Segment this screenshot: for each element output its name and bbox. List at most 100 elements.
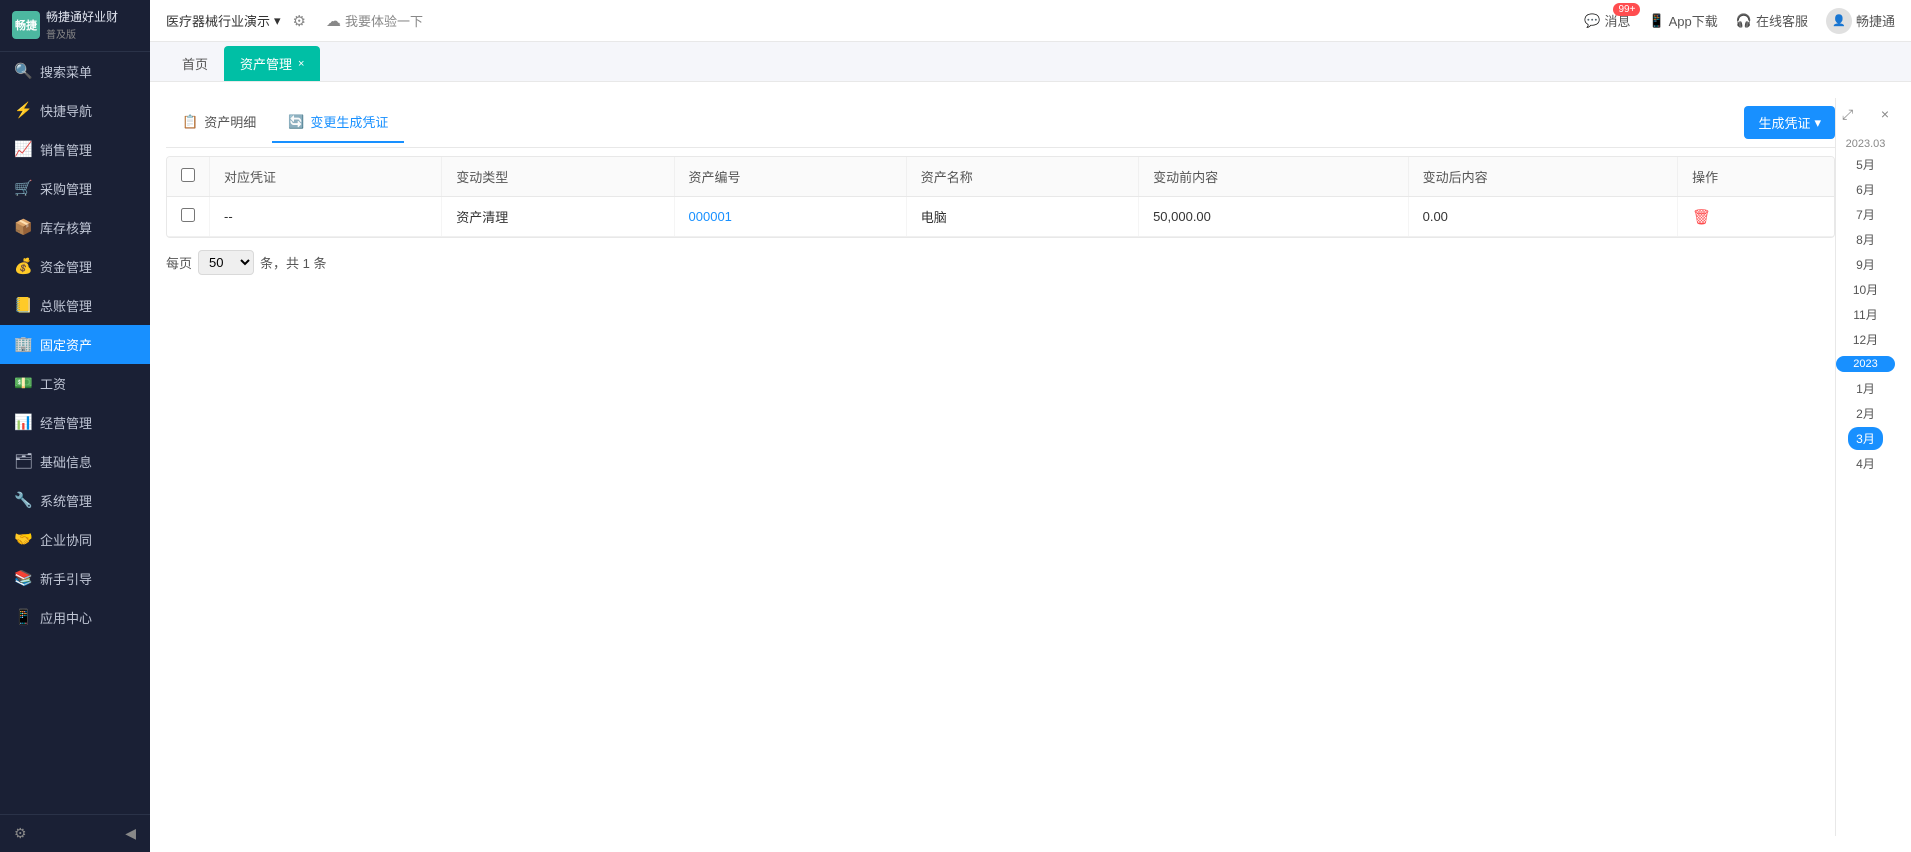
sidebar-item-collab[interactable]: 🤝企业协同 xyxy=(0,520,150,559)
sidebar-item-operations[interactable]: 📊经营管理 xyxy=(0,403,150,442)
timeline-year-badge: 2023 xyxy=(1836,356,1895,372)
company-selector[interactable]: 医疗器械行业演示 ▾ xyxy=(166,11,281,30)
row-checkbox-0[interactable] xyxy=(181,208,195,222)
sidebar-icon-fixed-assets: 🏢 xyxy=(14,335,32,353)
experience-text: 我要体验一下 xyxy=(345,11,423,30)
mobile-icon: 📱 xyxy=(1648,13,1664,29)
headset-icon: 🎧 xyxy=(1736,13,1752,29)
timeline-month[interactable]: 9月 xyxy=(1836,252,1895,277)
sidebar-item-quick-nav[interactable]: ⚡快捷导航 xyxy=(0,91,150,130)
company-name: 医疗器械行业演示 xyxy=(166,11,270,30)
service-label: 在线客服 xyxy=(1756,11,1808,30)
sidebar: 畅捷 畅捷通好业财 普及版 🔍 搜索菜单 ⚡快捷导航📈销售管理🛒采购管理📦库存核算💰… xyxy=(0,0,150,852)
change-icon: 🔄 xyxy=(288,114,304,130)
sidebar-item-base-info[interactable]: 🗂基础信息 xyxy=(0,442,150,481)
sidebar-label-purchase: 采购管理 xyxy=(40,179,92,198)
sidebar-item-sales[interactable]: 📈销售管理 xyxy=(0,130,150,169)
timeline-month[interactable]: 6月 xyxy=(1836,177,1895,202)
collapse-icon[interactable]: ◀ xyxy=(125,825,136,842)
tab-home-label: 首页 xyxy=(182,57,208,72)
sidebar-label-system: 系统管理 xyxy=(40,491,92,510)
sidebar-icon-operations: 📊 xyxy=(14,413,32,431)
sub-tabs: 📋 资产明细 🔄 变更生成凭证 xyxy=(166,102,404,143)
total-count: 条，共 1 条 xyxy=(260,253,326,272)
timeline-scroll: 2023.035月6月7月8月9月10月11月12月 2023 1月2月3月4月 xyxy=(1836,106,1895,828)
table-row: -- 资产清理 000001 电脑 50,000.00 0.00 🗑 xyxy=(167,197,1834,237)
logo-text: 畅捷通好业财 普及版 xyxy=(46,10,118,41)
app-label: App下载 xyxy=(1669,11,1718,30)
header-right: 💬 消息 99+ 📱 App下载 🎧 在线客服 👤 畅捷通 xyxy=(1584,8,1895,34)
sub-tab-asset-detail[interactable]: 📋 资产明细 xyxy=(166,102,272,143)
sidebar-label-inventory: 库存核算 xyxy=(40,218,92,237)
sub-tab-change-voucher[interactable]: 🔄 变更生成凭证 xyxy=(272,102,404,143)
sidebar-label-collab: 企业协同 xyxy=(40,530,92,549)
sidebar-label-sales: 销售管理 xyxy=(40,140,92,159)
generate-voucher-button[interactable]: 生成凭证 ▾ xyxy=(1744,106,1835,139)
sidebar-item-ledger[interactable]: 📒总账管理 xyxy=(0,286,150,325)
experience-btn[interactable]: ☁ 我要体验一下 xyxy=(326,11,423,30)
close-icon[interactable]: × xyxy=(1881,106,1889,122)
tab-asset-management[interactable]: 资产管理 × xyxy=(224,46,320,81)
content-inner: 📋 资产明细 🔄 变更生成凭证 生成凭证 ▾ xyxy=(166,98,1835,836)
timeline-month[interactable]: 12月 xyxy=(1836,327,1895,352)
timeline-month[interactable]: 5月 xyxy=(1836,152,1895,177)
sidebar-item-search[interactable]: 🔍 搜索菜单 xyxy=(0,52,150,91)
th-checkbox xyxy=(167,157,210,197)
settings-icon[interactable]: ⚙ xyxy=(14,825,27,842)
row-asset-code: 000001 xyxy=(674,197,906,237)
th-asset-code: 资产编号 xyxy=(674,157,906,197)
settings-gear-icon[interactable]: ⚙ xyxy=(293,12,306,30)
sidebar-item-guide[interactable]: 📚新手引导 xyxy=(0,559,150,598)
timeline-month[interactable]: 8月 xyxy=(1836,227,1895,252)
dropdown-icon: ▾ xyxy=(1814,115,1821,131)
sidebar-label-search: 搜索菜单 xyxy=(40,62,92,81)
select-all-checkbox[interactable] xyxy=(181,168,195,182)
sidebar-item-payroll[interactable]: 💵工资 xyxy=(0,364,150,403)
generate-voucher-label: 生成凭证 xyxy=(1758,113,1810,132)
sidebar-item-fixed-assets[interactable]: 🏢固定资产 xyxy=(0,325,150,364)
asset-table: 对应凭证 变动类型 资产编号 资产名称 变动前内容 变动后内容 操作 -- 资产… xyxy=(167,157,1834,237)
service-btn[interactable]: 🎧 在线客服 xyxy=(1736,11,1808,30)
row-after-change: 0.00 xyxy=(1408,197,1678,237)
content-area: 📋 资产明细 🔄 变更生成凭证 生成凭证 ▾ xyxy=(150,82,1911,852)
sidebar-label-payroll: 工资 xyxy=(40,374,66,393)
tab-close-icon[interactable]: × xyxy=(298,58,304,70)
user-btn[interactable]: 👤 畅捷通 xyxy=(1826,8,1895,34)
timeline-month[interactable]: 11月 xyxy=(1836,302,1895,327)
timeline-month[interactable]: 2月 xyxy=(1836,401,1895,426)
timeline-month[interactable]: 4月 xyxy=(1836,451,1895,476)
sidebar-label-app-center: 应用中心 xyxy=(40,608,92,627)
sidebar-logo: 畅捷 畅捷通好业财 普及版 xyxy=(0,0,150,52)
timeline-month[interactable]: 10月 xyxy=(1836,277,1895,302)
sidebar-label-quick-nav: 快捷导航 xyxy=(40,101,92,120)
sidebar-label-guide: 新手引导 xyxy=(40,569,92,588)
per-page-label: 每页 xyxy=(166,253,192,272)
sidebar-item-inventory[interactable]: 📦库存核算 xyxy=(0,208,150,247)
sidebar-item-app-center[interactable]: 📱应用中心 xyxy=(0,598,150,637)
row-voucher: -- xyxy=(210,197,442,237)
data-table: 对应凭证 变动类型 资产编号 资产名称 变动前内容 变动后内容 操作 -- 资产… xyxy=(166,156,1835,238)
timeline-month[interactable]: 3月 xyxy=(1848,427,1883,450)
timeline-month[interactable]: 1月 xyxy=(1836,376,1895,401)
expand-icon[interactable]: ⤢ xyxy=(1842,106,1853,123)
top-header: 医疗器械行业演示 ▾ ⚙ ☁ 我要体验一下 💬 消息 99+ 📱 App下载 🎧… xyxy=(150,0,1911,42)
message-btn[interactable]: 💬 消息 99+ xyxy=(1584,11,1630,30)
sidebar-icon-search: 🔍 xyxy=(14,62,32,80)
sidebar-icon-ledger: 📒 xyxy=(14,296,32,314)
sidebar-item-system[interactable]: 🔧系统管理 xyxy=(0,481,150,520)
main-area: 医疗器械行业演示 ▾ ⚙ ☁ 我要体验一下 💬 消息 99+ 📱 App下载 🎧… xyxy=(150,0,1911,852)
sidebar-item-purchase[interactable]: 🛒采购管理 xyxy=(0,169,150,208)
user-label: 畅捷通 xyxy=(1856,11,1895,30)
timeline-month[interactable]: 7月 xyxy=(1836,202,1895,227)
tab-home[interactable]: 首页 xyxy=(166,46,224,81)
message-badge: 99+ xyxy=(1613,3,1640,16)
th-before-change: 变动前内容 xyxy=(1139,157,1409,197)
app-download-btn[interactable]: 📱 App下载 xyxy=(1648,11,1717,30)
sidebar-label-finance: 资金管理 xyxy=(40,257,92,276)
per-page-select[interactable]: 102050100 xyxy=(198,250,254,275)
chevron-down-icon: ▾ xyxy=(274,13,281,29)
delete-icon[interactable]: 🗑 xyxy=(1692,209,1711,226)
timeline-year-top: 2023.03 xyxy=(1836,136,1895,152)
sidebar-nav: 🔍 搜索菜单 ⚡快捷导航📈销售管理🛒采购管理📦库存核算💰资金管理📒总账管理🏢固定资产… xyxy=(0,52,150,814)
sidebar-item-finance[interactable]: 💰资金管理 xyxy=(0,247,150,286)
